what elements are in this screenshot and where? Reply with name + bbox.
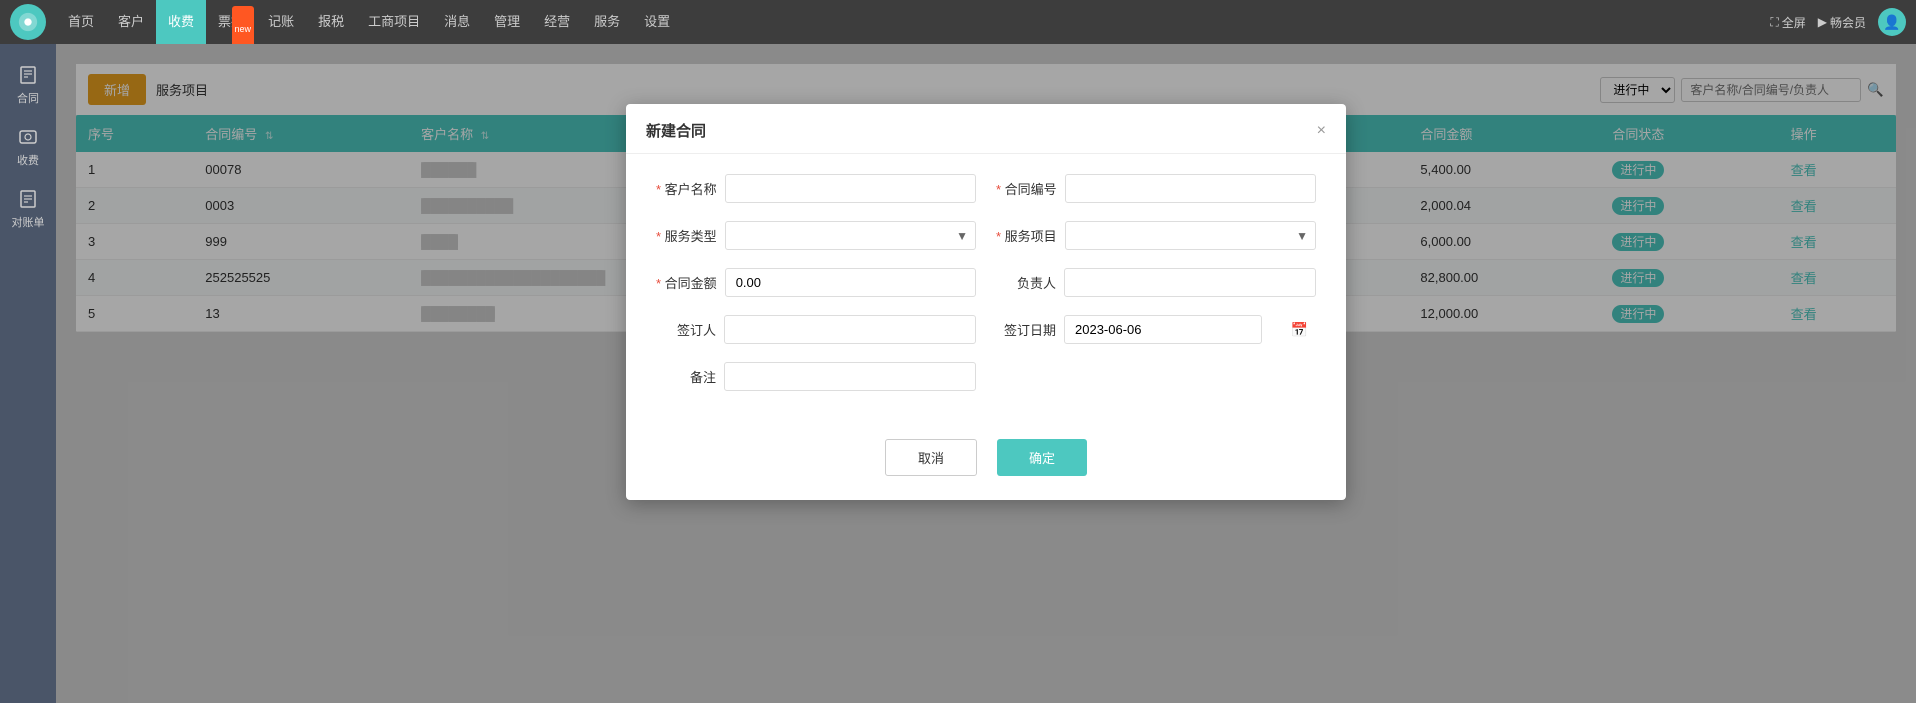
- form-group-amount: 合同金额: [656, 268, 976, 297]
- form-group-customer: 客户名称: [656, 174, 976, 203]
- confirm-button[interactable]: 确定: [997, 439, 1087, 476]
- amount-input[interactable]: [725, 268, 976, 297]
- avatar[interactable]: 👤: [1878, 8, 1906, 36]
- nav-fee[interactable]: 收费: [156, 0, 206, 44]
- modal-footer: 取消 确定: [626, 429, 1346, 476]
- cancel-button[interactable]: 取消: [885, 439, 977, 476]
- service-item-select[interactable]: [1065, 221, 1316, 250]
- sidebar-label-contract: 合同: [17, 90, 39, 106]
- form-row-2: 服务类型 ▼ 服务项目 ▼: [656, 221, 1316, 250]
- modal-overlay: 新建合同 × 客户名称 合同编号: [56, 44, 1916, 703]
- nav-right: ⛶ 全屏 ▶ 畅会员 👤: [1770, 8, 1906, 36]
- sign-date-label: 签订日期: [996, 320, 1056, 339]
- sign-date-input[interactable]: [1064, 315, 1262, 344]
- modal-close-button[interactable]: ×: [1317, 122, 1326, 140]
- nav-business[interactable]: 工商项目: [356, 0, 432, 44]
- service-type-select[interactable]: [725, 221, 976, 250]
- logo[interactable]: [10, 4, 46, 40]
- note-input[interactable]: [724, 362, 976, 391]
- form-group-signer: 签订人: [656, 315, 976, 344]
- nav-bookkeeping[interactable]: 记账: [256, 0, 306, 44]
- nav-message[interactable]: 消息: [432, 0, 482, 44]
- service-type-wrapper: ▼: [725, 221, 976, 250]
- service-item-label: 服务项目: [996, 226, 1057, 245]
- sidebar-item-fee[interactable]: 收费: [0, 116, 56, 178]
- sidebar-item-contract[interactable]: 合同: [0, 54, 56, 116]
- form-row-3: 合同金额 负责人: [656, 268, 1316, 297]
- nav-operation[interactable]: 经营: [532, 0, 582, 44]
- contract-no-input[interactable]: [1065, 174, 1316, 203]
- vip-button[interactable]: ▶ 畅会员: [1818, 14, 1866, 31]
- contract-no-label: 合同编号: [996, 179, 1057, 198]
- form-group-sign-date: 签订日期 📅: [996, 315, 1316, 344]
- form-row-5: 备注: [656, 362, 1316, 391]
- nav-service[interactable]: 服务: [582, 0, 632, 44]
- amount-label: 合同金额: [656, 273, 717, 292]
- sidebar: 合同 收费 对账单: [0, 44, 56, 703]
- responsible-label: 负责人: [996, 273, 1056, 292]
- sidebar-label-fee: 收费: [17, 152, 39, 168]
- nav-invoice[interactable]: 票据 new: [206, 0, 256, 44]
- modal-body: 客户名称 合同编号 服务类型: [626, 154, 1346, 429]
- nav-items: 首页 客户 收费 票据 new 记账 报税 工商项目 消息 管理 经营 服务 设…: [56, 0, 1770, 44]
- main-layout: 合同 收费 对账单: [0, 44, 1916, 703]
- modal-title: 新建合同: [646, 120, 706, 141]
- sidebar-item-statement[interactable]: 对账单: [0, 178, 56, 240]
- statement-icon: [17, 188, 39, 210]
- nav-home[interactable]: 首页: [56, 0, 106, 44]
- contract-icon: [17, 64, 39, 86]
- service-type-label: 服务类型: [656, 226, 717, 245]
- calendar-icon: 📅: [1291, 321, 1308, 338]
- service-item-wrapper: ▼: [1065, 221, 1316, 250]
- fee-icon: [17, 126, 39, 148]
- responsible-input[interactable]: [1064, 268, 1316, 297]
- form-group-service-type: 服务类型 ▼: [656, 221, 976, 250]
- form-group-responsible: 负责人: [996, 268, 1316, 297]
- sidebar-label-statement: 对账单: [12, 214, 45, 230]
- form-group-note: 备注: [656, 362, 976, 391]
- form-row-1: 客户名称 合同编号: [656, 174, 1316, 203]
- form-group-service-item: 服务项目 ▼: [996, 221, 1316, 250]
- top-nav: 首页 客户 收费 票据 new 记账 报税 工商项目 消息 管理 经营 服务 设…: [0, 0, 1916, 44]
- modal-header: 新建合同 ×: [626, 104, 1346, 154]
- signer-label: 签订人: [656, 320, 716, 339]
- form-row-4: 签订人 签订日期 📅: [656, 315, 1316, 344]
- nav-manage[interactable]: 管理: [482, 0, 532, 44]
- signer-input[interactable]: [724, 315, 976, 344]
- nav-tax[interactable]: 报税: [306, 0, 356, 44]
- customer-name-label: 客户名称: [656, 179, 717, 198]
- customer-name-input[interactable]: [725, 174, 976, 203]
- content-area: 新增 服务项目 进行中 已完成 已取消 🔍 序号 合同编号: [56, 44, 1916, 703]
- nav-customer[interactable]: 客户: [106, 0, 156, 44]
- sign-date-wrapper: 📅: [1064, 315, 1316, 344]
- form-group-contract-no: 合同编号: [996, 174, 1316, 203]
- note-label: 备注: [656, 367, 716, 386]
- fullscreen-button[interactable]: ⛶ 全屏: [1770, 14, 1805, 31]
- nav-settings[interactable]: 设置: [632, 0, 682, 44]
- new-contract-modal: 新建合同 × 客户名称 合同编号: [626, 104, 1346, 500]
